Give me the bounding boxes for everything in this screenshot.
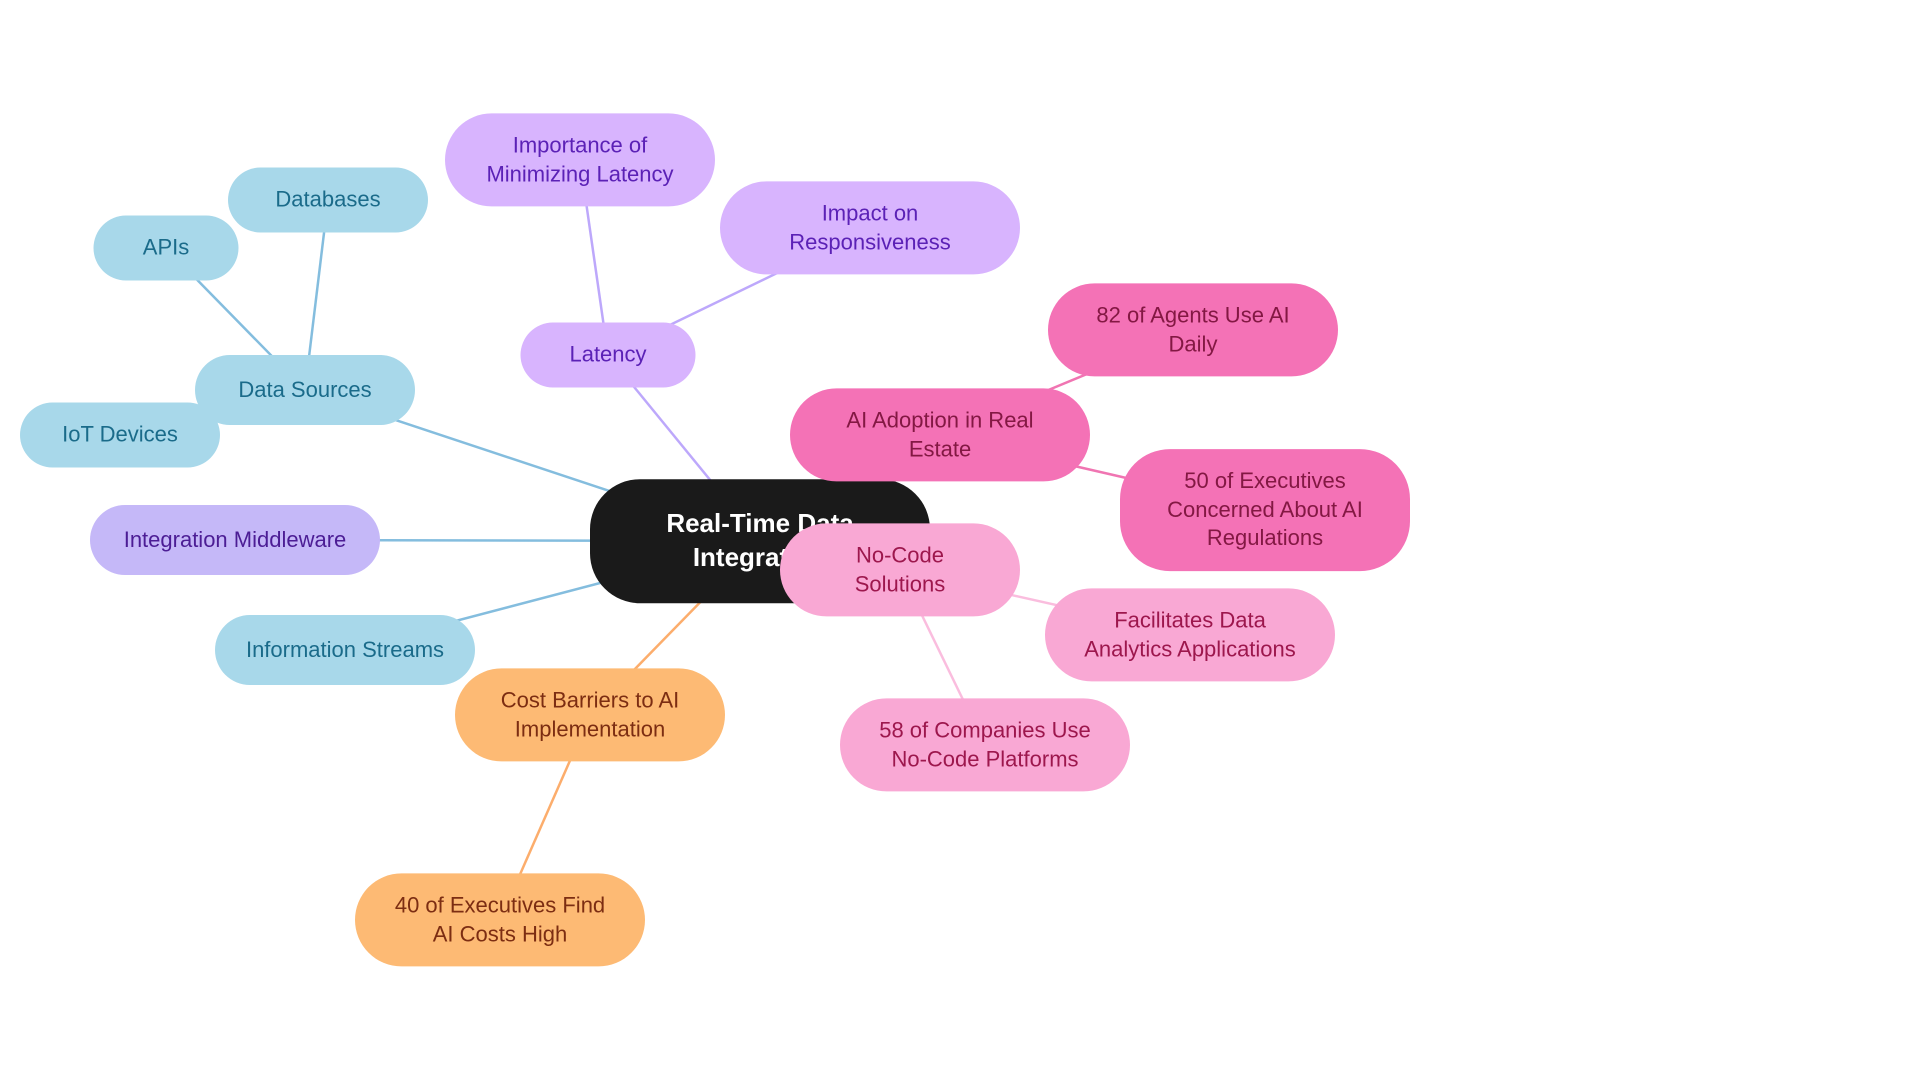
mindmap-canvas — [0, 0, 1920, 1083]
